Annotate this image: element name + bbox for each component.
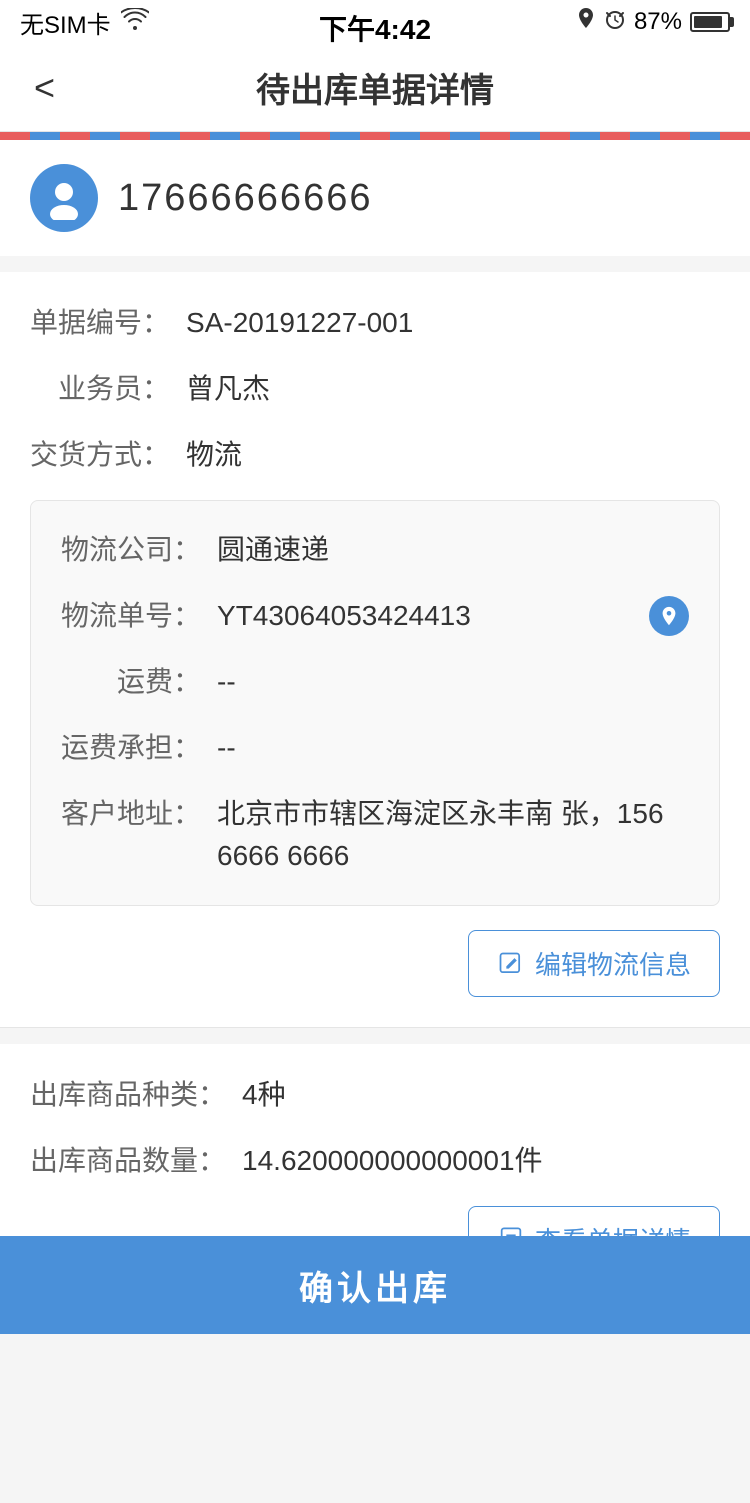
goods-quantity-label: 出库商品数量： <box>30 1140 226 1182</box>
carrier-label: 无SIM卡 <box>20 5 111 40</box>
goods-type-row: 出库商品种类： 4种 <box>30 1074 720 1116</box>
avatar <box>30 164 98 232</box>
edit-icon <box>497 950 525 978</box>
wifi-icon <box>121 8 149 37</box>
status-right: 87% <box>576 8 730 37</box>
location-status-icon <box>576 8 596 37</box>
doc-no-row: 单据编号： SA-20191227-001 <box>30 302 720 344</box>
address-value: 北京市市辖区海淀区永丰南 张，156 6666 6666 <box>217 793 689 877</box>
edit-logistics-container: 编辑物流信息 <box>30 930 720 997</box>
logistics-company-value: 圆通速递 <box>217 529 689 571</box>
edit-logistics-label: 编辑物流信息 <box>535 945 691 982</box>
salesman-label: 业务员： <box>30 368 170 410</box>
address-row: 客户地址： 北京市市辖区海淀区永丰南 张，156 6666 6666 <box>61 793 689 877</box>
delivery-label: 交货方式： <box>30 434 170 476</box>
goods-quantity-row: 出库商品数量： 14.620000000000001件 <box>30 1140 720 1182</box>
battery-percent: 87% <box>634 8 682 36</box>
user-header: 17666666666 <box>0 140 750 256</box>
edit-logistics-button[interactable]: 编辑物流信息 <box>468 930 720 997</box>
delivery-value: 物流 <box>186 434 720 476</box>
back-button[interactable]: < <box>24 57 65 119</box>
status-left: 无SIM卡 <box>20 5 149 40</box>
confirm-button-label: 确认出库 <box>299 1261 451 1310</box>
goods-type-value: 4种 <box>242 1074 720 1116</box>
logistics-company-label: 物流公司： <box>61 529 201 571</box>
salesman-row: 业务员： 曾凡杰 <box>30 368 720 410</box>
salesman-value: 曾凡杰 <box>186 368 720 410</box>
freight-bearer-label: 运费承担： <box>61 727 201 769</box>
doc-no-label: 单据编号： <box>30 302 170 344</box>
alarm-status-icon <box>604 8 626 37</box>
confirm-bar[interactable]: 确认出库 <box>0 1236 750 1334</box>
logistics-tracking-label: 物流单号： <box>61 595 201 637</box>
doc-no-value: SA-20191227-001 <box>186 302 720 344</box>
nav-bar: < 待出库单据详情 <box>0 44 750 132</box>
freight-value: -- <box>217 661 689 703</box>
document-info-section: 单据编号： SA-20191227-001 业务员： 曾凡杰 交货方式： 物流 … <box>0 272 750 1027</box>
logistics-card: 物流公司： 圆通速递 物流单号： YT43064053424413 运费： --… <box>30 500 720 906</box>
page-title: 待出库单据详情 <box>256 63 494 112</box>
goods-type-label: 出库商品种类： <box>30 1074 226 1116</box>
status-bar: 无SIM卡 下午4:42 87% <box>0 0 750 44</box>
user-phone: 17666666666 <box>118 177 372 220</box>
battery-fill <box>694 16 722 28</box>
logistics-tracking-row: 物流单号： YT43064053424413 <box>61 595 689 637</box>
freight-row: 运费： -- <box>61 661 689 703</box>
freight-bearer-row: 运费承担： -- <box>61 727 689 769</box>
separator-1 <box>0 1027 750 1028</box>
freight-bearer-value: -- <box>217 727 689 769</box>
logistics-company-row: 物流公司： 圆通速递 <box>61 529 689 571</box>
delivery-row: 交货方式： 物流 <box>30 434 720 476</box>
status-time: 下午4:42 <box>319 8 431 48</box>
address-label: 客户地址： <box>61 793 201 835</box>
track-location-button[interactable] <box>649 596 689 636</box>
freight-label: 运费： <box>61 661 201 703</box>
goods-quantity-value: 14.620000000000001件 <box>242 1140 720 1182</box>
stripe-divider <box>0 132 750 140</box>
battery-icon <box>690 12 730 32</box>
logistics-tracking-value: YT43064053424413 <box>217 595 633 637</box>
